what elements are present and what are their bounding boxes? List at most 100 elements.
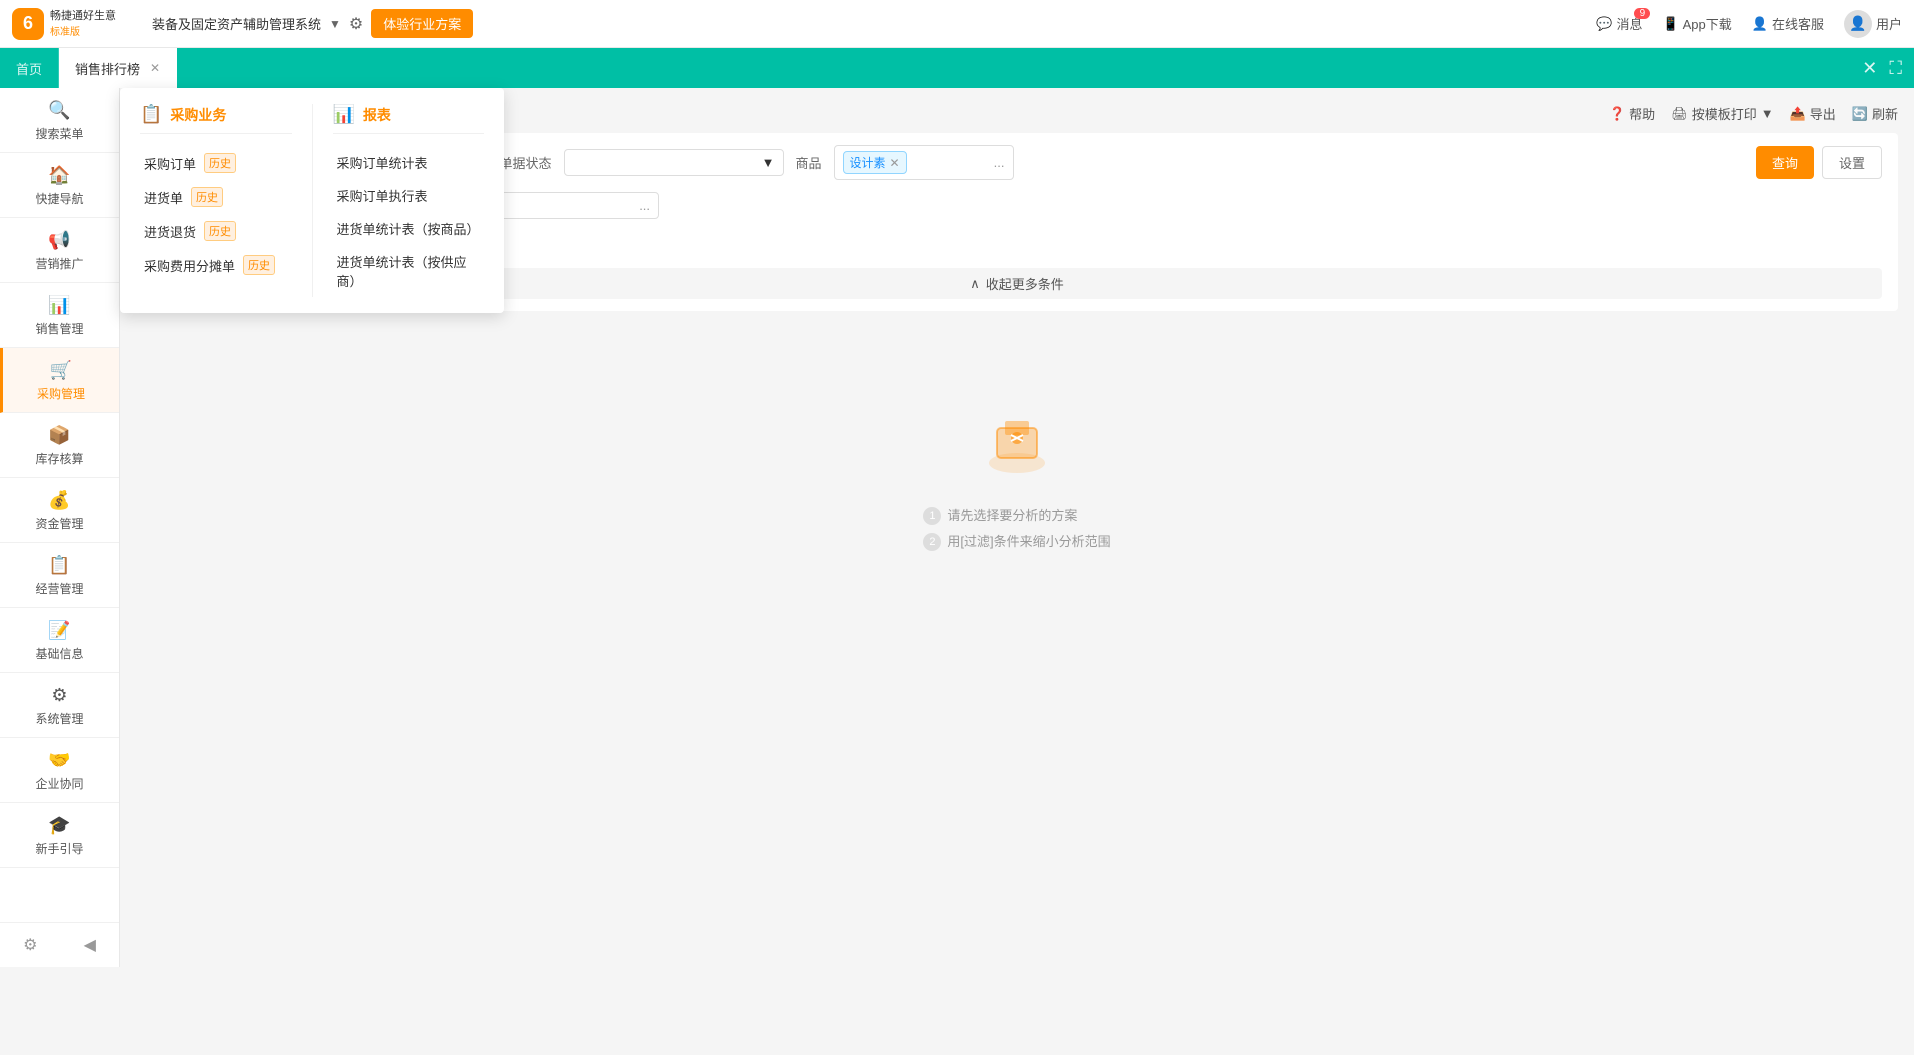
online-service-button[interactable]: 👤 在线客服	[1752, 14, 1824, 33]
tab-bar: 首页 销售排行榜 ✕ ✕ ⛶	[0, 48, 1914, 88]
logo-icon: 6	[12, 8, 44, 40]
status-select[interactable]: ▼	[564, 149, 784, 176]
menu-item-return[interactable]: 进货退货 历史	[140, 214, 292, 248]
salesperson-dots[interactable]: ...	[639, 198, 650, 213]
system-dropdown-icon[interactable]: ▼	[329, 17, 341, 31]
menu-label-po-exec: 采购订单执行表	[337, 186, 428, 205]
export-button[interactable]: 📤 导出	[1790, 104, 1836, 123]
enterprise-icon: 🤝	[48, 750, 70, 771]
history-badge-receipt: 历史	[191, 187, 223, 207]
purchase-icon: 🛒	[50, 360, 72, 381]
sidebar-item-enterprise[interactable]: 🤝 企业协同	[0, 738, 119, 803]
print-icon: 🖨	[1671, 106, 1688, 122]
user-avatar: 👤	[1844, 10, 1872, 38]
history-badge-return: 历史	[204, 221, 236, 241]
sidebar-label-capital: 资金管理	[35, 515, 83, 532]
tab-sales-rank-close[interactable]: ✕	[150, 61, 160, 75]
empty-state: 1 请先选择要分析的方案 2 用[过滤]条件来缩小分析范围	[136, 323, 1898, 635]
sidebar-bottom: ⚙ ◀	[0, 922, 119, 967]
sidebar-item-search[interactable]: 🔍 搜索菜单	[0, 88, 119, 153]
app-download-label: App下载	[1683, 14, 1732, 33]
menu-label-receipt-by-goods: 进货单统计表（按商品）	[337, 219, 480, 238]
menu-label-receipt: 进货单	[144, 188, 183, 207]
tab-sales-rank-label: 销售排行榜	[75, 59, 140, 78]
tab-home[interactable]: 首页	[0, 48, 59, 88]
sidebar-collapse-btn[interactable]: ◀	[84, 935, 96, 955]
sidebar-settings-btn[interactable]: ⚙	[23, 935, 37, 955]
purchase-dropdown-menu: 📋 采购业务 采购订单 历史 进货单 历史 进货退货 历史 采购费用分摊单 历史…	[120, 88, 504, 313]
search-icon: 🔍	[48, 100, 70, 121]
report-col-title-text: 报表	[363, 105, 391, 125]
tip-num-1: 1	[923, 507, 941, 525]
export-label: 导出	[1810, 104, 1836, 123]
tip-num-2: 2	[923, 533, 941, 551]
print-dropdown-icon[interactable]: ▼	[1761, 106, 1774, 121]
sidebar-item-purchase[interactable]: 🛒 采购管理	[0, 348, 119, 413]
tab-sales-rank[interactable]: 销售排行榜 ✕	[59, 48, 177, 88]
sidebar-item-marketing[interactable]: 📢 营销推广	[0, 218, 119, 283]
sidebar-item-quick-nav[interactable]: 🏠 快捷导航	[0, 153, 119, 218]
empty-icon	[977, 403, 1057, 483]
operation-icon: 📋	[48, 555, 70, 576]
collapse-icon: ∧	[970, 276, 980, 292]
tab-expand-icon[interactable]: ⛶	[1889, 58, 1902, 79]
export-icon: 📤	[1790, 106, 1806, 122]
refresh-button[interactable]: 🔄 刷新	[1852, 104, 1898, 123]
goods-tag-close[interactable]: ✕	[890, 156, 900, 170]
sidebar-item-guide[interactable]: 🎓 新手引导	[0, 803, 119, 868]
top-bar-right: 💬 消息 9 📱 App下载 👤 在线客服 👤 用户	[1596, 10, 1902, 38]
report-title-icon: 📊	[333, 104, 355, 125]
online-service-label: 在线客服	[1772, 14, 1824, 33]
menu-item-po-exec[interactable]: 采购订单执行表	[333, 179, 485, 212]
refresh-icon: 🔄	[1852, 106, 1868, 122]
sidebar-label-inventory: 库存核算	[35, 450, 83, 467]
sidebar-label-marketing: 营销推广	[35, 255, 83, 272]
sidebar-item-inventory[interactable]: 📦 库存核算	[0, 413, 119, 478]
print-label: 按模板打印	[1692, 104, 1757, 123]
sidebar-item-system[interactable]: ⚙ 系统管理	[0, 673, 119, 738]
sidebar-item-sales[interactable]: 📊 销售管理	[0, 283, 119, 348]
app-download-button[interactable]: 📱 App下载	[1662, 14, 1731, 33]
goods-select[interactable]: 设计素 ✕ ...	[834, 145, 1014, 180]
purchase-title-icon: 📋	[140, 104, 162, 125]
purchase-col: 📋 采购业务 采购订单 历史 进货单 历史 进货退货 历史 采购费用分摊单 历史	[120, 104, 312, 297]
goods-label: 商品	[796, 153, 822, 172]
menu-item-receipt-by-supplier[interactable]: 进货单统计表（按供应商）	[333, 245, 485, 297]
user-button[interactable]: 👤 用户	[1844, 10, 1902, 38]
system-name: 装备及固定资产辅助管理系统	[152, 14, 321, 33]
goods-dots[interactable]: ...	[994, 155, 1005, 170]
tip-item-2: 2 用[过滤]条件来缩小分析范围	[923, 529, 1110, 555]
sidebar-item-basic[interactable]: 📝 基础信息	[0, 608, 119, 673]
sidebar-label-enterprise: 企业协同	[35, 775, 83, 792]
print-button[interactable]: 🖨 按模板打印 ▼	[1671, 104, 1773, 123]
industry-button[interactable]: 体验行业方案	[371, 9, 473, 38]
menu-label-receipt-by-supplier: 进货单统计表（按供应商）	[337, 252, 481, 290]
tab-close-icon[interactable]: ✕	[1862, 58, 1877, 79]
purchase-col-title: 📋 采购业务	[140, 104, 292, 134]
menu-label-po-stat: 采购订单统计表	[337, 153, 428, 172]
menu-item-receipt-by-goods[interactable]: 进货单统计表（按商品）	[333, 212, 485, 245]
sidebar-item-capital[interactable]: 💰 资金管理	[0, 478, 119, 543]
sidebar-label-quick-nav: 快捷导航	[35, 190, 83, 207]
purchase-col-title-text: 采购业务	[170, 105, 226, 125]
help-button[interactable]: ❓ 帮助	[1609, 104, 1655, 123]
logo-area: 6 畅捷通好生意 标准版	[12, 8, 132, 40]
message-button[interactable]: 💬 消息 9	[1596, 14, 1642, 33]
history-badge-po: 历史	[204, 153, 236, 173]
logo-text-area: 畅捷通好生意 标准版	[50, 9, 116, 38]
capital-icon: 💰	[48, 490, 70, 511]
menu-item-receipt[interactable]: 进货单 历史	[140, 180, 292, 214]
basic-icon: 📝	[48, 620, 70, 641]
menu-label-return: 进货退货	[144, 222, 196, 241]
query-button[interactable]: 查询	[1756, 146, 1814, 179]
marketing-icon: 📢	[48, 230, 70, 251]
sidebar-item-operation[interactable]: 📋 经营管理	[0, 543, 119, 608]
menu-item-po-stat[interactable]: 采购订单统计表	[333, 146, 485, 179]
menu-item-expense[interactable]: 采购费用分摊单 历史	[140, 248, 292, 282]
logo-edition: 标准版	[50, 23, 116, 38]
sidebar-label-purchase: 采购管理	[37, 385, 85, 402]
settings-icon[interactable]: ⚙	[349, 14, 363, 34]
menu-item-po[interactable]: 采购订单 历史	[140, 146, 292, 180]
settings-button[interactable]: 设置	[1822, 146, 1882, 179]
filter-actions: 查询 设置	[1756, 146, 1882, 179]
